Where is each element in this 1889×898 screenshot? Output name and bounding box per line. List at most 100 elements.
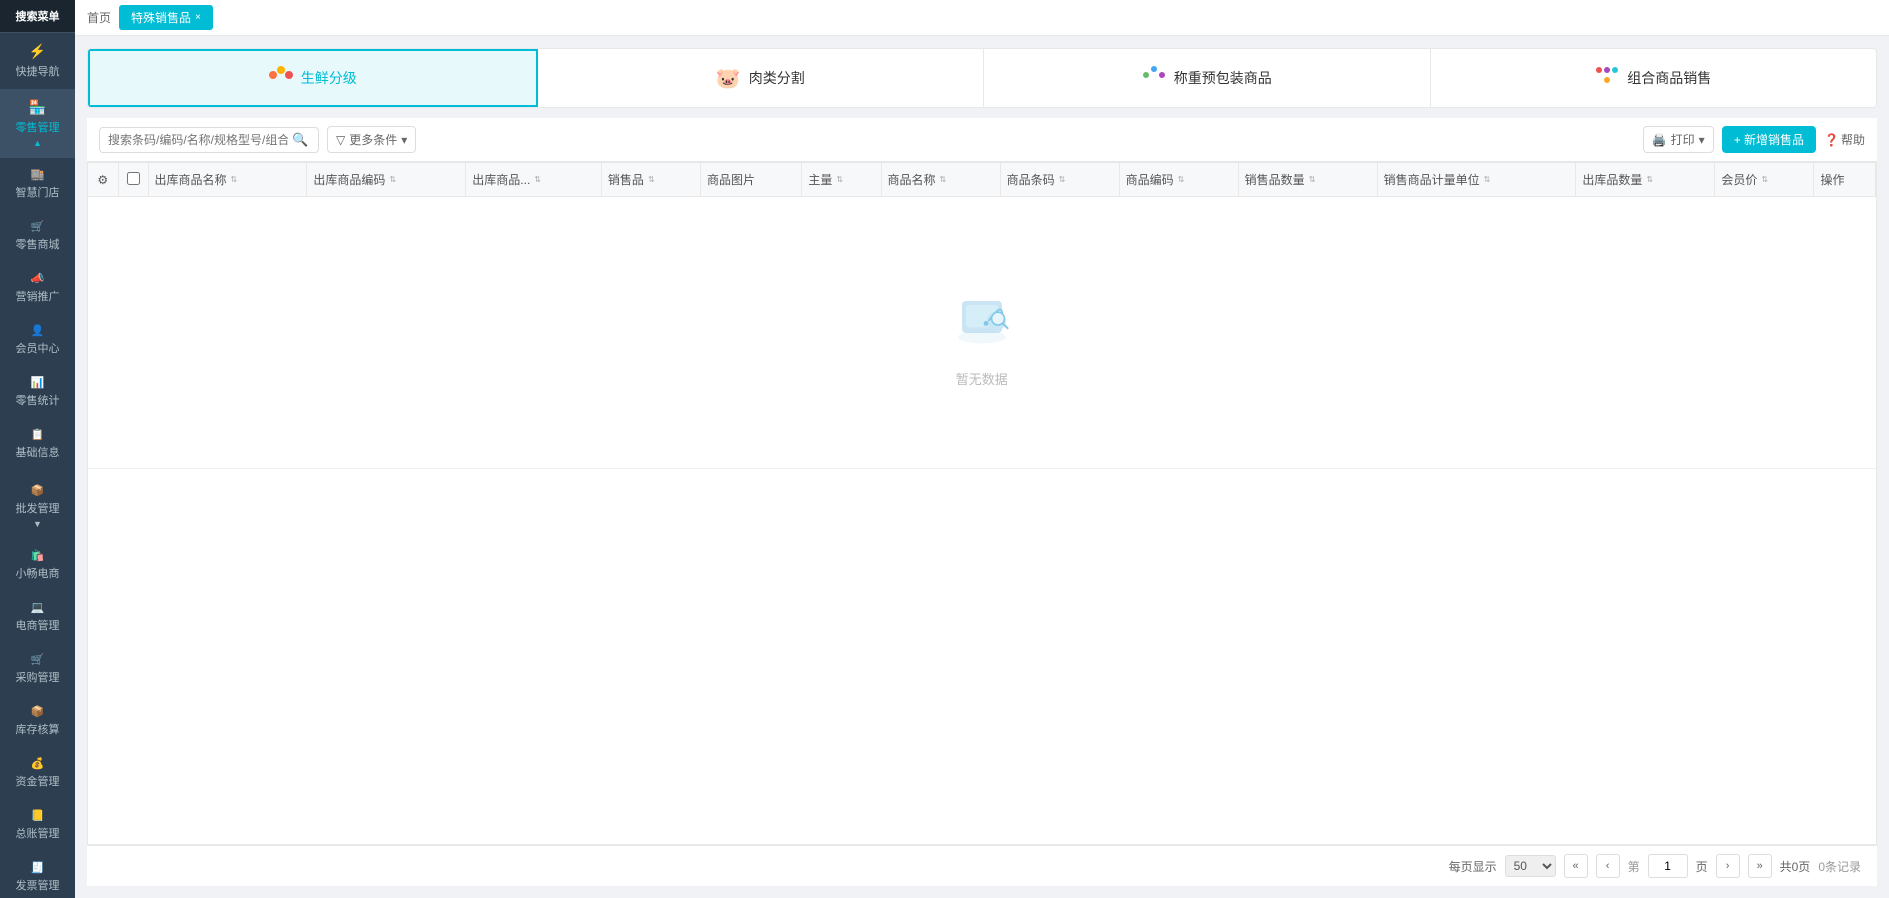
sidebar-item-finance[interactable]: 💰 资金管理 <box>0 747 75 799</box>
sort-icon: ⇅ <box>1309 175 1316 184</box>
sidebar-item-wholesale-mgmt[interactable]: 📦 批发管理 ▼ <box>0 474 75 539</box>
filter-label: 更多条件 <box>349 131 397 148</box>
col-label: 商品编码 <box>1126 171 1174 188</box>
th-product-image: 商品图片 <box>701 163 802 197</box>
page-label-prefix: 第 <box>1628 858 1640 875</box>
sidebar-item-label: 零售管理 <box>16 119 60 135</box>
finance-icon: 💰 <box>31 757 45 770</box>
basic-info-icon: 📋 <box>31 428 45 441</box>
home-link[interactable]: 首页 <box>87 9 111 26</box>
current-page-input[interactable] <box>1648 854 1688 878</box>
tab-label: 特殊销售品 <box>131 9 191 26</box>
sidebar-item-ecom-mgmt[interactable]: 💻 电商管理 <box>0 591 75 643</box>
sidebar-item-retail-mall[interactable]: 🛒 零售商城 <box>0 210 75 262</box>
print-label: 打印 <box>1671 131 1695 148</box>
weigh-pack-svg <box>1142 65 1166 85</box>
prev-page-button[interactable]: ‹ <box>1596 854 1620 878</box>
th-out-qty[interactable]: 出库品数量 ⇅ <box>1576 163 1715 197</box>
sidebar: 搜索菜单 ⚡ 快捷导航 🏪 零售管理 ▲ 🏬 智慧门店 🛒 零售商城 📣 营销推… <box>0 0 75 898</box>
sidebar-item-label: 智慧门店 <box>16 184 60 200</box>
data-table: ⚙ 出库商品名称 ⇅ 出库商 <box>88 163 1876 469</box>
th-sale-qty[interactable]: 销售品数量 ⇅ <box>1238 163 1377 197</box>
sidebar-item-ledger[interactable]: 📒 总账管理 <box>0 799 75 851</box>
combo-sale-icon <box>1595 65 1619 91</box>
sidebar-item-invoice[interactable]: 🧾 发票管理 <box>0 851 75 898</box>
th-settings[interactable]: ⚙ <box>88 163 118 197</box>
th-product-name[interactable]: 商品名称 ⇅ <box>881 163 1000 197</box>
per-page-label: 每页显示 <box>1449 858 1497 875</box>
help-button[interactable]: ❓ 帮助 <box>1824 131 1865 148</box>
help-label: 帮助 <box>1841 131 1865 148</box>
th-sale-unit[interactable]: 销售商品计量单位 ⇅ <box>1377 163 1576 197</box>
filter-button[interactable]: ▽ 更多条件 ▾ <box>327 126 416 153</box>
tab-combo-sale[interactable]: 组合商品销售 <box>1431 49 1877 107</box>
sidebar-item-basic-info[interactable]: 📋 基础信息 <box>0 418 75 470</box>
expand-icon: ▲ <box>33 138 42 148</box>
sidebar-item-inventory[interactable]: 📦 库存核算 <box>0 695 75 747</box>
tab-meat-cut[interactable]: 🐷 肉类分割 <box>538 49 985 107</box>
filter-chevron-icon: ▾ <box>401 133 407 147</box>
meat-cut-icon: 🐷 <box>716 66 741 91</box>
tab-combo-sale-label: 组合商品销售 <box>1627 68 1711 88</box>
sidebar-logo[interactable]: 搜索菜单 <box>0 0 75 33</box>
sidebar-item-quick-nav[interactable]: ⚡ 快捷导航 <box>0 33 75 89</box>
sidebar-item-retail-stats[interactable]: 📊 零售统计 <box>0 366 75 418</box>
th-out-product-x[interactable]: 出库商品... ⇅ <box>466 163 602 197</box>
tab-fresh-grade-label: 生鲜分级 <box>301 68 357 88</box>
sidebar-item-sales-promo[interactable]: 📣 营销推广 <box>0 262 75 314</box>
gear-icon: ⚙ <box>97 173 108 187</box>
sidebar-item-label: 基础信息 <box>16 444 60 460</box>
search-input[interactable] <box>108 133 288 147</box>
sort-icon: ⇅ <box>389 175 396 184</box>
combo-sale-svg <box>1595 65 1619 85</box>
first-page-button[interactable]: « <box>1564 854 1588 878</box>
col-label: 销售品 <box>608 171 644 188</box>
last-page-button[interactable]: » <box>1748 854 1772 878</box>
th-product-code[interactable]: 商品编码 ⇅ <box>1119 163 1238 197</box>
sales-promo-icon: 📣 <box>31 272 45 285</box>
tab-weigh-pack[interactable]: 称重预包装商品 <box>984 49 1431 107</box>
add-label: + 新增销售品 <box>1734 131 1804 148</box>
sidebar-item-mini-ecom[interactable]: 🛍️ 小畅电商 <box>0 539 75 591</box>
sidebar-item-label: 会员中心 <box>16 340 60 356</box>
col-label: 会员价 <box>1721 171 1757 188</box>
sort-icon: ⇅ <box>1484 175 1491 184</box>
sidebar-item-label: 库存核算 <box>16 721 60 737</box>
sidebar-item-retail-mgmt[interactable]: 🏪 零售管理 ▲ <box>0 89 75 158</box>
sort-icon: ⇅ <box>836 175 843 184</box>
th-out-product-name[interactable]: 出库商品名称 ⇅ <box>148 163 307 197</box>
help-icon: ❓ <box>1824 133 1839 147</box>
retail-mgmt-icon: 🏪 <box>29 99 46 116</box>
page-content: 生鲜分级 🐷 肉类分割 称重预包装商品 <box>75 36 1889 898</box>
topbar: 首页 特殊销售品 × <box>75 0 1889 36</box>
tab-weigh-pack-label: 称重预包装商品 <box>1174 68 1272 88</box>
wholesale-mgmt-icon: 📦 <box>31 484 45 497</box>
col-label: 主量 <box>808 171 832 188</box>
sidebar-item-member-center[interactable]: 👤 会员中心 <box>0 314 75 366</box>
sidebar-item-label: 批发管理 <box>16 500 60 516</box>
search-box[interactable]: 🔍 <box>99 127 319 153</box>
per-page-select[interactable]: 50 10 20 100 <box>1505 855 1556 877</box>
inventory-icon: 📦 <box>31 705 45 718</box>
sidebar-item-label: 零售商城 <box>16 236 60 252</box>
add-button[interactable]: + 新增销售品 <box>1722 126 1816 153</box>
th-checkbox[interactable] <box>118 163 148 197</box>
select-all-checkbox[interactable] <box>127 172 140 185</box>
th-main-weight[interactable]: 主量 ⇅ <box>802 163 881 197</box>
toolbar-left: 🔍 ▽ 更多条件 ▾ <box>99 126 416 153</box>
th-product-barcode[interactable]: 商品条码 ⇅ <box>1000 163 1119 197</box>
th-sale-product[interactable]: 销售品 ⇅ <box>601 163 700 197</box>
th-member-price[interactable]: 会员价 ⇅ <box>1715 163 1814 197</box>
sidebar-item-label: 快捷导航 <box>16 63 60 79</box>
active-tab[interactable]: 特殊销售品 × <box>119 5 213 30</box>
print-button[interactable]: 🖨️ 打印 ▾ <box>1643 126 1714 153</box>
retail-mall-icon: 🛒 <box>31 220 45 233</box>
tab-close-icon[interactable]: × <box>195 12 201 23</box>
col-label: 销售商品计量单位 <box>1384 171 1480 188</box>
tab-fresh-grade[interactable]: 生鲜分级 <box>88 49 538 107</box>
next-page-button[interactable]: › <box>1716 854 1740 878</box>
sidebar-item-purchase-mgmt[interactable]: 🛒 采购管理 <box>0 643 75 695</box>
sidebar-item-smart-store[interactable]: 🏬 智慧门店 <box>0 158 75 210</box>
th-out-product-code[interactable]: 出库商品编码 ⇅ <box>307 163 466 197</box>
sort-icon: ⇅ <box>1059 175 1066 184</box>
